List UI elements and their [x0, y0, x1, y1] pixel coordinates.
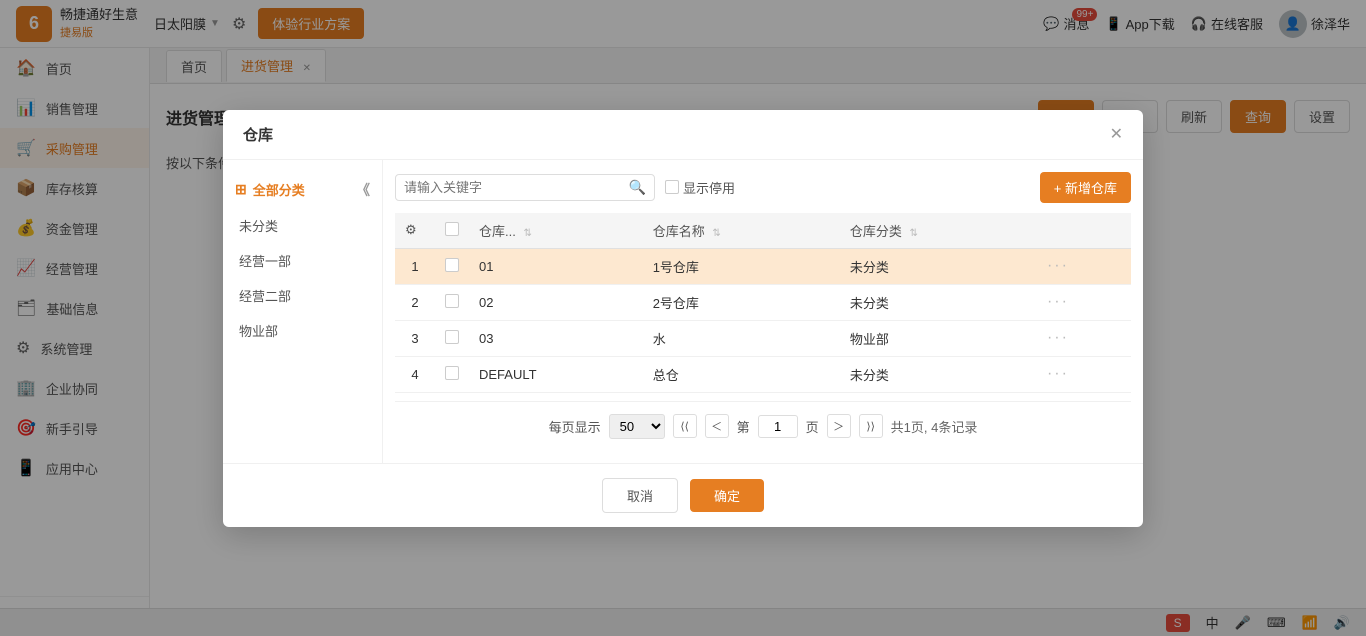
row-name: 水: [643, 320, 840, 356]
more-actions-icon[interactable]: ···: [1047, 329, 1069, 346]
table-row[interactable]: 3 03 水 物业部 ···: [395, 320, 1131, 356]
name-column-header[interactable]: 仓库名称 ⇅: [643, 213, 840, 249]
modal-body: ⊞ 全部分类 《 未分类 经营一部 经营二部 物业部: [223, 160, 1143, 463]
row-checkbox-cell[interactable]: [435, 356, 469, 392]
show-disabled-text: 显示停用: [683, 178, 735, 197]
modal-sidebar-header: ⊞ 全部分类 《: [223, 172, 382, 208]
row-checkbox[interactable]: [445, 258, 459, 272]
modal-main: 🔍 显示停用 + 新增仓库 ⚙: [383, 160, 1143, 463]
row-checkbox[interactable]: [445, 294, 459, 308]
modal-close-button[interactable]: ✕: [1110, 124, 1123, 144]
page-total-info: 共1页, 4条记录: [891, 417, 978, 436]
row-actions[interactable]: ···: [1037, 356, 1131, 392]
search-input-wrap: 🔍: [395, 174, 655, 201]
sidebar-item-unclassified[interactable]: 未分类: [223, 208, 382, 243]
search-input[interactable]: [404, 180, 629, 195]
add-warehouse-button[interactable]: + 新增仓库: [1040, 172, 1131, 203]
modal-title: 仓库: [243, 124, 273, 145]
show-disabled-label[interactable]: 显示停用: [665, 178, 735, 197]
confirm-button[interactable]: 确定: [690, 479, 764, 512]
prev-page-button[interactable]: ＜: [705, 414, 729, 438]
row-num: 4: [395, 356, 435, 392]
page-size-label: 每页显示: [549, 417, 601, 436]
table-container: ⚙ 仓库... ⇅ 仓库名称 ⇅: [395, 213, 1131, 393]
sort-icon: ⇅: [712, 228, 720, 239]
row-num: 2: [395, 284, 435, 320]
row-code: 01: [469, 248, 643, 284]
row-checkbox-cell[interactable]: [435, 320, 469, 356]
last-page-button[interactable]: ⟩⟩: [859, 414, 883, 438]
sidebar-all-category[interactable]: 全部分类: [253, 180, 305, 199]
select-all-checkbox[interactable]: [445, 222, 459, 236]
page-word: 页: [806, 417, 819, 436]
row-name: 1号仓库: [643, 248, 840, 284]
row-category: 未分类: [840, 356, 1037, 392]
next-page-button[interactable]: ＞: [827, 414, 851, 438]
modal-sidebar: ⊞ 全部分类 《 未分类 经营一部 经营二部 物业部: [223, 160, 383, 463]
modal-header: 仓库 ✕: [223, 110, 1143, 160]
row-checkbox[interactable]: [445, 330, 459, 344]
sidebar-item-property[interactable]: 物业部: [223, 313, 382, 348]
code-column-header[interactable]: 仓库... ⇅: [469, 213, 643, 249]
row-actions[interactable]: ···: [1037, 320, 1131, 356]
table-row[interactable]: 4 DEFAULT 总仓 未分类 ···: [395, 356, 1131, 392]
actions-column-header: [1037, 213, 1131, 249]
row-checkbox[interactable]: [445, 366, 459, 380]
sort-icon: ⇅: [523, 228, 531, 239]
grid-icon: ⊞: [235, 181, 247, 198]
sidebar-item-dept1[interactable]: 经营一部: [223, 243, 382, 278]
table-row[interactable]: 2 02 2号仓库 未分类 ···: [395, 284, 1131, 320]
more-actions-icon[interactable]: ···: [1047, 365, 1069, 382]
sort-icon: ⇅: [909, 228, 917, 239]
checkbox-column-header: [435, 213, 469, 249]
category-column-header[interactable]: 仓库分类 ⇅: [840, 213, 1037, 249]
more-actions-icon[interactable]: ···: [1047, 293, 1069, 310]
pagination-bar: 每页显示 50 100 ⟨⟨ ＜ 第 页 ＞ ⟩⟩ 共1页, 4条记录: [395, 401, 1131, 451]
row-actions[interactable]: ···: [1037, 284, 1131, 320]
row-name: 总仓: [643, 356, 840, 392]
page-word-di: 第: [737, 417, 750, 436]
show-disabled-checkbox[interactable]: [665, 180, 679, 194]
modal-toolbar: 🔍 显示停用 + 新增仓库: [395, 172, 1131, 203]
row-num: 3: [395, 320, 435, 356]
row-num: 1: [395, 248, 435, 284]
page-size-select[interactable]: 50 100: [609, 414, 665, 439]
warehouse-modal: 仓库 ✕ ⊞ 全部分类 《 未分类 经营一部 经营二部: [223, 110, 1143, 527]
modal-overlay: 仓库 ✕ ⊞ 全部分类 《 未分类 经营一部 经营二部: [0, 0, 1366, 636]
gear-column-header[interactable]: ⚙: [395, 213, 435, 249]
search-icon: 🔍: [629, 179, 646, 196]
row-code: 03: [469, 320, 643, 356]
row-category: 未分类: [840, 284, 1037, 320]
page-number-input[interactable]: [758, 415, 798, 438]
row-name: 2号仓库: [643, 284, 840, 320]
row-checkbox-cell[interactable]: [435, 248, 469, 284]
row-code: 02: [469, 284, 643, 320]
row-checkbox-cell[interactable]: [435, 284, 469, 320]
row-category: 未分类: [840, 248, 1037, 284]
sidebar-item-dept2[interactable]: 经营二部: [223, 278, 382, 313]
more-actions-icon[interactable]: ···: [1047, 257, 1069, 274]
first-page-button[interactable]: ⟨⟨: [673, 414, 697, 438]
table-row[interactable]: 1 01 1号仓库 未分类 ···: [395, 248, 1131, 284]
row-code: DEFAULT: [469, 356, 643, 392]
row-category: 物业部: [840, 320, 1037, 356]
modal-footer: 取消 确定: [223, 463, 1143, 527]
warehouse-table: ⚙ 仓库... ⇅ 仓库名称 ⇅: [395, 213, 1131, 393]
cancel-button[interactable]: 取消: [602, 478, 678, 513]
row-actions[interactable]: ···: [1037, 248, 1131, 284]
collapse-icon[interactable]: 《: [356, 180, 370, 200]
